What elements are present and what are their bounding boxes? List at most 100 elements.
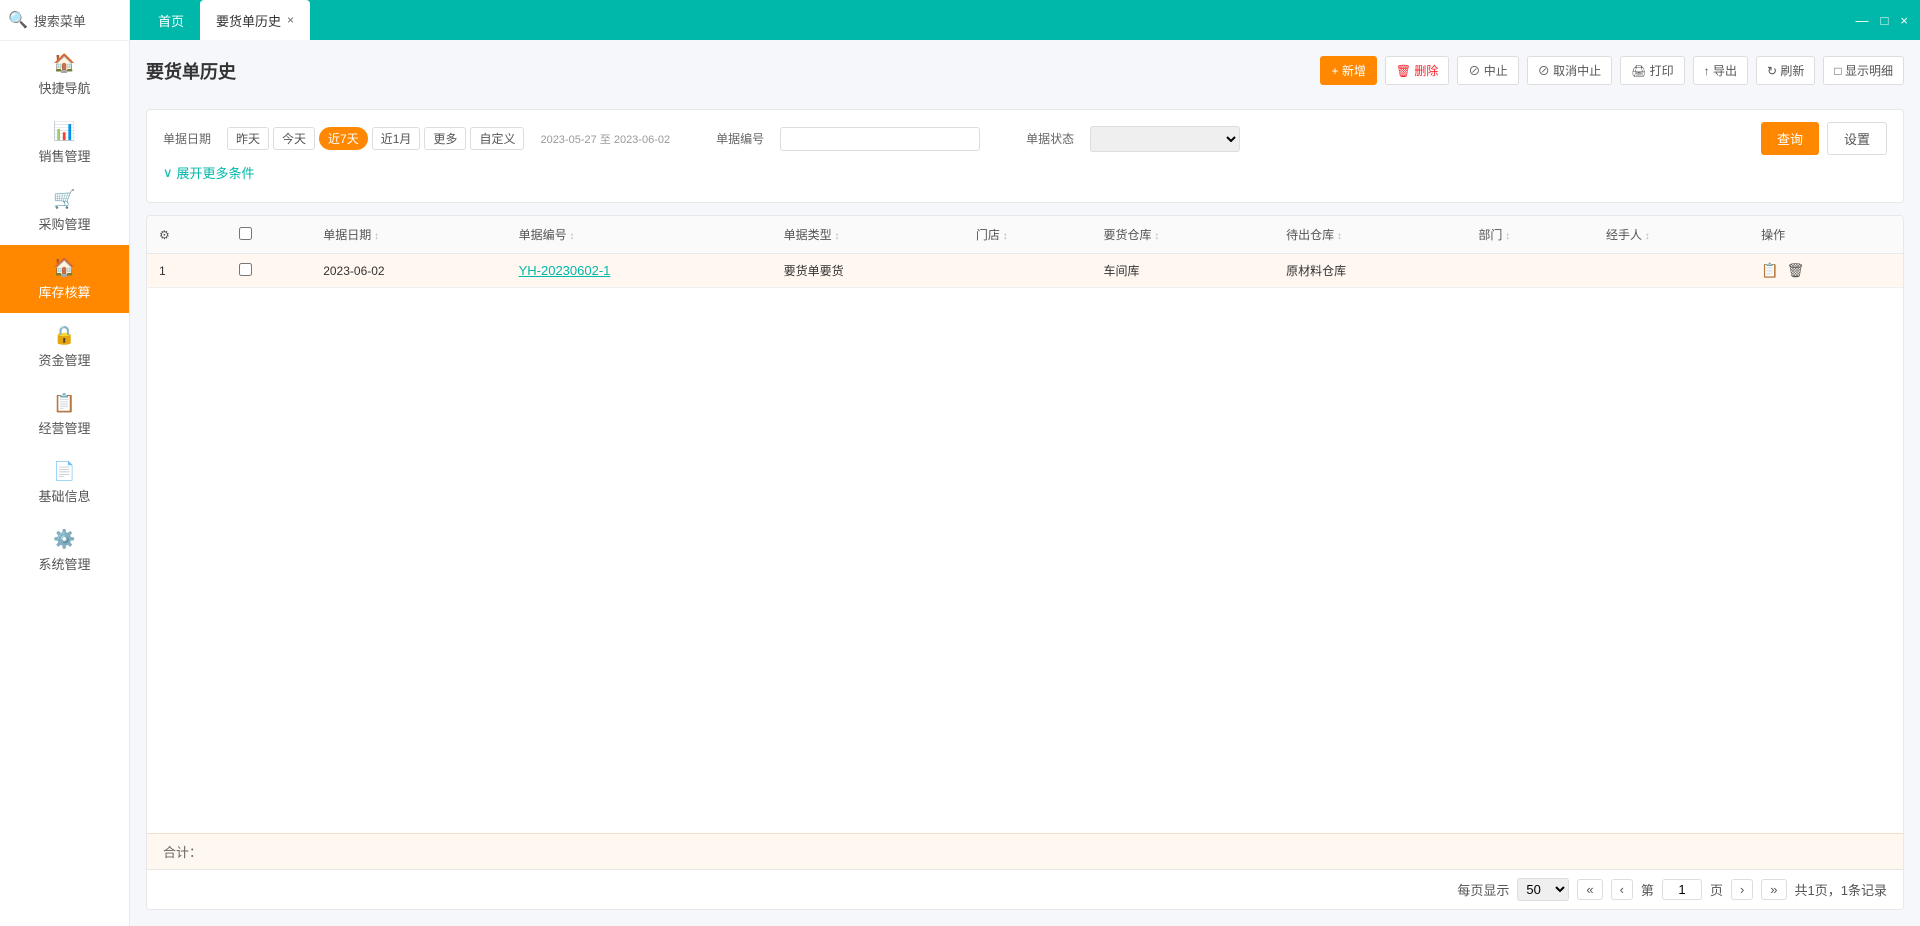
page-number-input[interactable] [1662,879,1702,900]
sidebar-item-inventory[interactable]: 🏠 库存核算 [0,245,129,313]
filter-row-expand: ∨ 展开更多条件 [163,163,1887,182]
prev-btn[interactable]: ‹ [1611,879,1633,900]
chart-icon: 📊 [53,121,75,142]
date-btn-last7days[interactable]: 近7天 [319,127,368,150]
doc-no-link[interactable]: YH-20230602-1 [519,263,611,278]
total-info: 共1页，1条记录 [1795,880,1887,899]
sidebar-item-system[interactable]: ⚙️ 系统管理 [0,517,129,585]
sidebar-item-basic-info[interactable]: 📄 基础信息 [0,449,129,517]
search-icon: 🔍 [8,10,28,30]
page-size-label: 每页显示 [1457,880,1509,899]
print-btn[interactable]: 🖨 打印 [1620,56,1685,85]
cancel-stop-btn[interactable]: ⊘ 取消中止 [1527,56,1612,85]
tab-home[interactable]: 首页 [142,0,200,40]
sidebar-item-sales-mgmt[interactable]: 📊 销售管理 [0,109,129,177]
col-req-warehouse[interactable]: 要货仓库 [1091,216,1274,254]
page-title: 要货单历史 [146,58,236,84]
delete-btn[interactable]: 🗑 删除 [1385,56,1450,85]
date-filter-buttons: 昨天 今天 近7天 近1月 更多 自定义 [227,127,524,150]
date-btn-custom[interactable]: 自定义 [470,127,524,150]
date-btn-today[interactable]: 今天 [273,127,315,150]
col-checkbox [227,216,312,254]
sidebar-item-label: 系统管理 [38,554,90,573]
next-btn[interactable]: › [1731,879,1753,900]
doc-status-select[interactable] [1090,126,1240,152]
col-store[interactable]: 门店 [964,216,1092,254]
select-all-checkbox[interactable] [239,227,252,240]
home-icon: 🏠 [53,53,75,74]
table-container: ⚙ 单据日期 单据编号 单据类型 门店 要货仓库 待出仓库 部门 经手人 操作 [146,215,1904,910]
table-header-row: ⚙ 单据日期 单据编号 单据类型 门店 要货仓库 待出仓库 部门 经手人 操作 [147,216,1903,254]
cell-doc-date: 2023-06-02 [311,254,506,288]
total-label: 合计： [163,842,202,861]
next-group-btn[interactable]: » [1761,879,1786,900]
date-btn-last1month[interactable]: 近1月 [372,127,421,150]
expand-filter-btn[interactable]: ∨ 展开更多条件 [163,163,255,182]
top-nav: 首页 要货单历史 × — □ × [130,0,1920,40]
sidebar-item-label: 快捷导航 [38,78,90,97]
sidebar-item-label: 经营管理 [38,418,90,437]
tab-requisition-history[interactable]: 要货单历史 × [200,0,310,40]
document-icon: 📄 [53,461,75,482]
cell-pending-warehouse: 原材料仓库 [1274,254,1466,288]
show-detail-btn[interactable]: □ 显示明细 [1823,56,1904,85]
filter-row-1: 单据日期 昨天 今天 近7天 近1月 更多 自定义 2023-05-27 至 2… [163,122,1887,155]
page-label: 第 [1641,880,1654,899]
chevron-down-icon: ∨ [163,165,173,181]
col-doc-date[interactable]: 单据日期 [311,216,506,254]
main-area: 首页 要货单历史 × — □ × 要货单历史 + 新增 🗑 删除 ⊘ 中止 ⊘ … [130,0,1920,926]
row-delete-icon[interactable]: 🗑 [1787,262,1805,279]
sidebar-item-finance[interactable]: 🔒 资金管理 [0,313,129,381]
cell-handler [1594,254,1749,288]
row-checkbox[interactable] [239,263,252,276]
lock-icon: 🔒 [53,325,75,346]
cell-department [1466,254,1594,288]
page-content: 要货单历史 + 新增 🗑 删除 ⊘ 中止 ⊘ 取消中止 🖨 打印 ↑ 导出 ↻ … [130,40,1920,926]
sidebar-item-purchase-mgmt[interactable]: 🛒 采购管理 [0,177,129,245]
top-right-controls: — □ × [1856,13,1908,28]
export-btn[interactable]: ↑ 导出 [1693,56,1748,85]
tab-home-label: 首页 [158,11,184,30]
sidebar-item-quick-nav[interactable]: 🏠 快捷导航 [0,41,129,109]
cell-checkbox [227,254,312,288]
col-department[interactable]: 部门 [1466,216,1594,254]
pagination-bar: 每页显示 50 10 20 100 « ‹ 第 页 › » 共1页，1条记录 [147,869,1903,909]
doc-status-label: 单据状态 [1026,130,1074,147]
data-table: ⚙ 单据日期 单据编号 单据类型 门店 要货仓库 待出仓库 部门 经手人 操作 [147,216,1903,288]
date-btn-yesterday[interactable]: 昨天 [227,127,269,150]
sidebar-search-label: 搜索菜单 [34,11,86,30]
window-maximize-btn[interactable]: □ [1881,13,1889,28]
col-pending-warehouse[interactable]: 待出仓库 [1274,216,1466,254]
cell-store [964,254,1092,288]
query-btn[interactable]: 查询 [1761,122,1819,155]
stop-btn[interactable]: ⊘ 中止 [1457,56,1518,85]
date-btn-more[interactable]: 更多 [424,127,466,150]
gear-icon: ⚙️ [53,529,75,550]
col-settings[interactable]: ⚙ [147,216,227,254]
sidebar-item-label: 资金管理 [38,350,90,369]
page-suffix: 页 [1710,880,1723,899]
sidebar-item-operations[interactable]: 📋 经营管理 [0,381,129,449]
filter-actions: 查询 设置 [1761,122,1887,155]
filter-settings-btn[interactable]: 设置 [1827,122,1887,155]
inventory-icon: 🏠 [53,257,75,278]
prev-group-btn[interactable]: « [1577,879,1602,900]
col-doc-type[interactable]: 单据类型 [772,216,964,254]
tab-close-btn[interactable]: × [287,13,294,27]
page-size-select[interactable]: 50 10 20 100 [1517,878,1569,901]
sidebar-search[interactable]: 🔍 搜索菜单 [0,0,129,41]
window-minimize-btn[interactable]: — [1856,13,1869,28]
col-handler[interactable]: 经手人 [1594,216,1749,254]
sidebar-item-label: 采购管理 [38,214,90,233]
refresh-btn[interactable]: ↻ 刷新 [1756,56,1815,85]
sidebar-item-label: 基础信息 [38,486,90,505]
cell-doc-type: 要货单要货 [772,254,964,288]
col-doc-no[interactable]: 单据编号 [507,216,772,254]
date-range-display: 2023-05-27 至 2023-06-02 [540,131,670,147]
table-footer: 合计： [147,833,1903,869]
new-btn[interactable]: + 新增 [1320,56,1376,85]
window-close-btn[interactable]: × [1900,13,1908,28]
row-edit-icon[interactable]: 📋 [1761,262,1778,279]
expand-filter-label: 展开更多条件 [177,163,255,182]
doc-no-input[interactable] [780,127,980,151]
